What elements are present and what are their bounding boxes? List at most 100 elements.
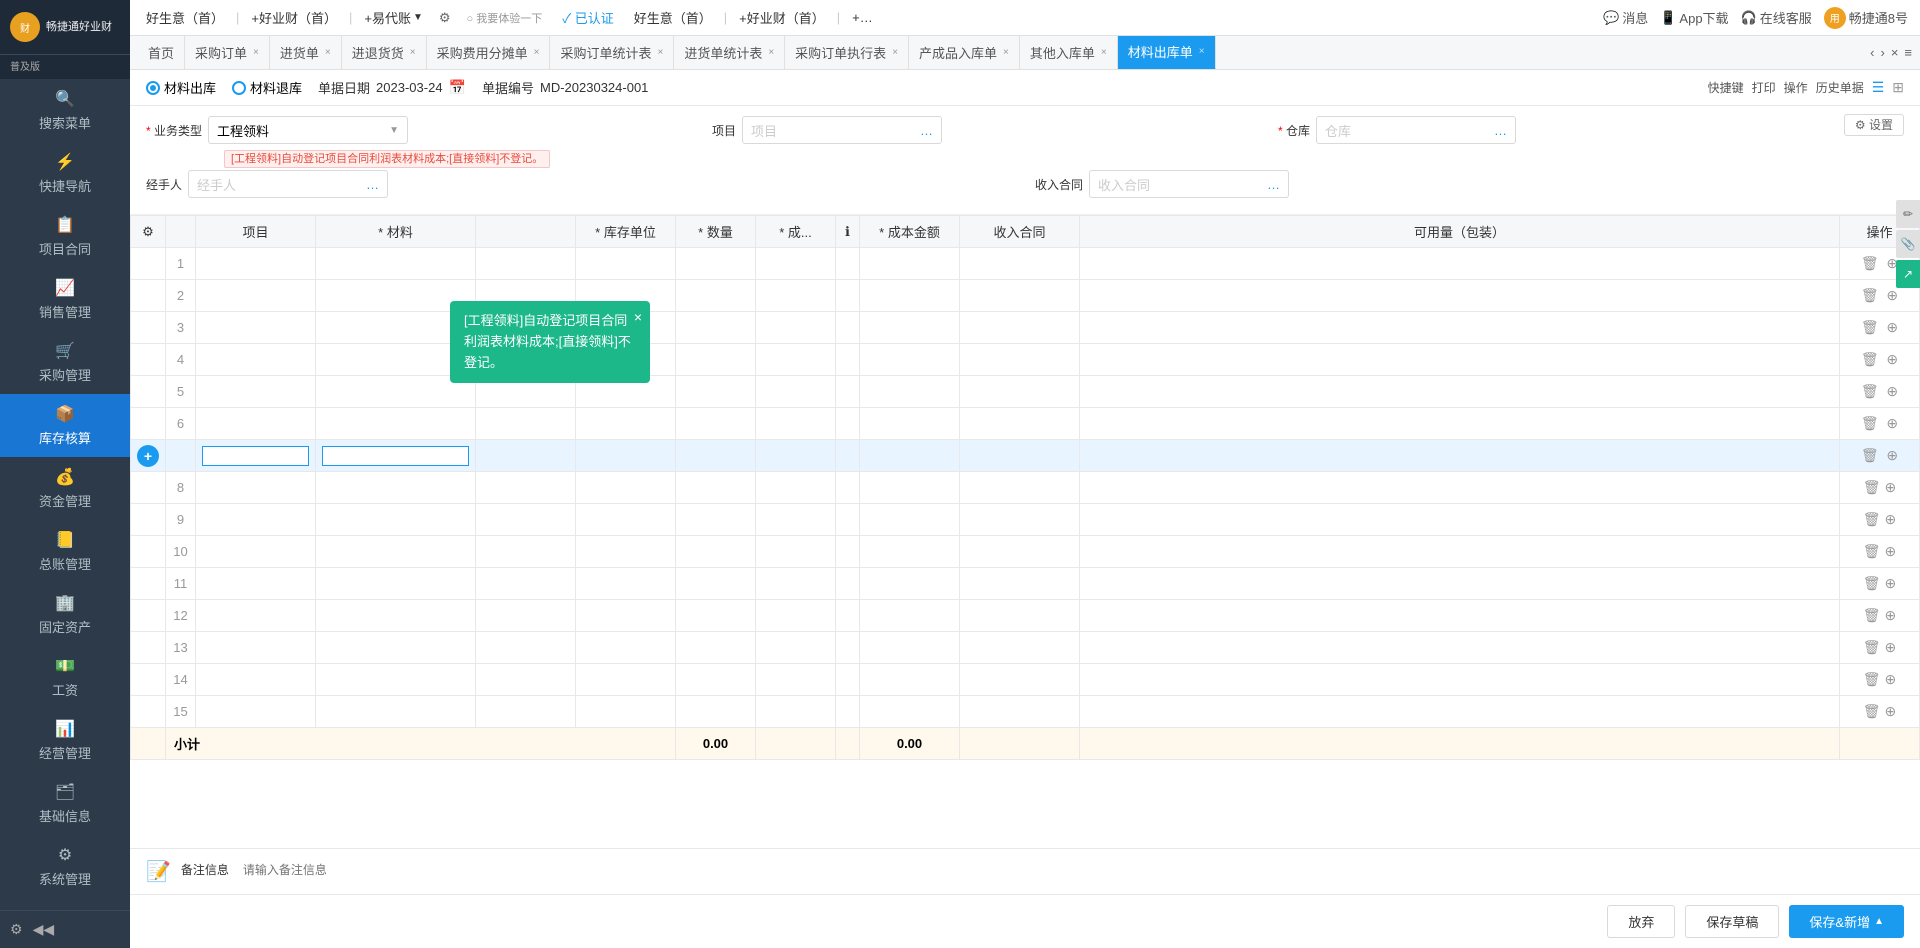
right-tool-clip[interactable]: 📎 (1896, 230, 1920, 258)
row-cost-amount[interactable] (860, 248, 960, 280)
row-cost-amount[interactable] (860, 344, 960, 376)
row-qty[interactable] (676, 440, 756, 472)
row-cost-price[interactable] (756, 472, 836, 504)
sidebar-item-payroll[interactable]: 💵 工资 (0, 646, 130, 709)
row-available-qty[interactable] (1080, 408, 1840, 440)
tab-purchase-expense[interactable]: 采购费用分摊单 × (427, 36, 551, 70)
sidebar-item-inventory[interactable]: 📦 库存核算 (0, 394, 130, 457)
form-settings-btn[interactable]: ⚙ 设置 (1844, 114, 1904, 136)
sidebar-item-search[interactable]: 🔍 搜索菜单 (0, 79, 130, 142)
row-material[interactable] (316, 472, 476, 504)
quick-key-btn[interactable]: 快捷键 (1708, 79, 1744, 96)
row-project[interactable] (196, 280, 316, 312)
radio-material-out[interactable]: 材料出库 (146, 78, 216, 97)
sidebar-item-base[interactable]: 🗂 基础信息 (0, 772, 130, 835)
delete-row-btn[interactable]: 🗑 (1861, 605, 1883, 625)
nav-good-biz[interactable]: 好生意（首） (142, 6, 228, 29)
delete-row-btn[interactable]: 🗑 (1861, 669, 1883, 689)
copy-row-btn[interactable]: ⊕ (1883, 637, 1899, 657)
row-cost-price[interactable] (756, 248, 836, 280)
row-available-qty[interactable] (1080, 472, 1840, 504)
experience-link[interactable]: ○ 我要体验一下 (467, 10, 543, 26)
copy-row-btn[interactable]: ⊕ (1884, 349, 1900, 369)
row-income-contract[interactable] (960, 440, 1080, 472)
nav-good-finance2[interactable]: +好业财（首） (735, 6, 829, 29)
row-spec[interactable] (476, 248, 576, 280)
row-qty[interactable] (676, 472, 756, 504)
col-header-settings[interactable]: ⚙ (131, 216, 166, 248)
tab-close-icon[interactable]: × (1003, 47, 1009, 58)
row-project[interactable] (196, 344, 316, 376)
delete-row-btn[interactable]: 🗑 (1861, 637, 1883, 657)
row-project-input[interactable] (202, 446, 309, 466)
nav-good-finance[interactable]: +好业财（首） (247, 6, 341, 29)
sidebar-item-project[interactable]: 📋 项目合同 (0, 205, 130, 268)
notes-input[interactable] (239, 859, 1904, 881)
view-switch-list[interactable]: ☰ (1872, 79, 1885, 96)
copy-row-btn[interactable]: ⊕ (1884, 445, 1900, 465)
sidebar-item-purchase[interactable]: 🛒 采购管理 (0, 331, 130, 394)
row-warehouse-unit[interactable] (576, 248, 676, 280)
tab-close-icon[interactable]: × (534, 47, 540, 58)
project-input[interactable]: 项目 … (742, 116, 942, 144)
row-spec[interactable] (476, 408, 576, 440)
copy-row-btn[interactable]: ⊕ (1884, 381, 1900, 401)
row-available-qty[interactable] (1080, 312, 1840, 344)
tab-finished-goods[interactable]: 产成品入库单 × (909, 36, 1020, 70)
delete-row-btn[interactable]: 🗑 (1861, 541, 1883, 561)
row-spec[interactable] (476, 472, 576, 504)
row-cost-price[interactable] (756, 312, 836, 344)
tab-home[interactable]: 首页 (138, 36, 185, 70)
row-project[interactable] (196, 248, 316, 280)
row-available-qty[interactable] (1080, 376, 1840, 408)
history-btn[interactable]: 历史单据 (1816, 79, 1864, 96)
row-qty[interactable] (676, 344, 756, 376)
delete-row-btn[interactable]: 🗑 (1861, 509, 1883, 529)
row-material[interactable] (316, 440, 476, 472)
radio-material-return[interactable]: 材料退库 (232, 78, 302, 97)
nav-certified[interactable]: ✓ 已认证 (558, 6, 618, 29)
topbar-msg[interactable]: 💬 消息 (1603, 8, 1648, 27)
sidebar-item-finance[interactable]: 💰 资金管理 (0, 457, 130, 520)
tab-other-receipt[interactable]: 其他入库单 × (1020, 36, 1118, 70)
nav-agent[interactable]: +易代账 ▼ (360, 6, 427, 29)
row-cost-price[interactable] (756, 376, 836, 408)
copy-row-btn[interactable]: ⊕ (1883, 701, 1899, 721)
copy-row-btn[interactable]: ⊕ (1883, 573, 1899, 593)
date-value[interactable]: 2023-03-24 (376, 80, 443, 95)
row-warehouse-unit[interactable] (576, 408, 676, 440)
row-project[interactable] (196, 376, 316, 408)
billno-value[interactable]: MD-20230324-001 (540, 80, 648, 95)
row-qty[interactable] (676, 376, 756, 408)
copy-row-btn[interactable]: ⊕ (1883, 541, 1899, 561)
row-cost-amount[interactable] (860, 312, 960, 344)
tab-purchase-stats[interactable]: 采购订单统计表 × (550, 36, 674, 70)
row-project[interactable] (196, 440, 316, 472)
row-cost-price[interactable] (756, 280, 836, 312)
save-draft-button[interactable]: 保存草稿 (1685, 905, 1779, 938)
copy-row-btn[interactable]: ⊕ (1884, 285, 1900, 305)
delete-row-btn[interactable]: 🗑 (1859, 285, 1881, 305)
row-qty[interactable] (676, 408, 756, 440)
row-available-qty[interactable] (1080, 248, 1840, 280)
collapse-btn[interactable]: ◀◀ (33, 921, 55, 938)
row-cost-price[interactable] (756, 440, 836, 472)
sidebar-item-operations[interactable]: 📊 经营管理 (0, 709, 130, 772)
row-cost-amount[interactable] (860, 472, 960, 504)
row-material-input[interactable] (322, 446, 469, 466)
nav-good-biz2[interactable]: 好生意（首） (630, 6, 716, 29)
delete-row-btn[interactable]: 🗑 (1861, 701, 1883, 721)
copy-row-btn[interactable]: ⊕ (1883, 669, 1899, 689)
tab-close-icon[interactable]: × (410, 47, 416, 58)
copy-row-btn[interactable]: ⊕ (1884, 413, 1900, 433)
row-income-contract[interactable] (960, 472, 1080, 504)
topbar-app[interactable]: 📱 App下载 (1660, 8, 1728, 27)
row-cost-price[interactable] (756, 408, 836, 440)
row-income-contract[interactable] (960, 376, 1080, 408)
row-cost-amount[interactable] (860, 376, 960, 408)
tab-close-icon[interactable]: × (1199, 46, 1205, 57)
row-income-contract[interactable] (960, 280, 1080, 312)
warehouse-input[interactable]: 仓库 … (1316, 116, 1516, 144)
sidebar-item-assets[interactable]: 🏢 固定资产 (0, 583, 130, 646)
tab-menu-icon[interactable]: ≡ (1904, 45, 1912, 60)
